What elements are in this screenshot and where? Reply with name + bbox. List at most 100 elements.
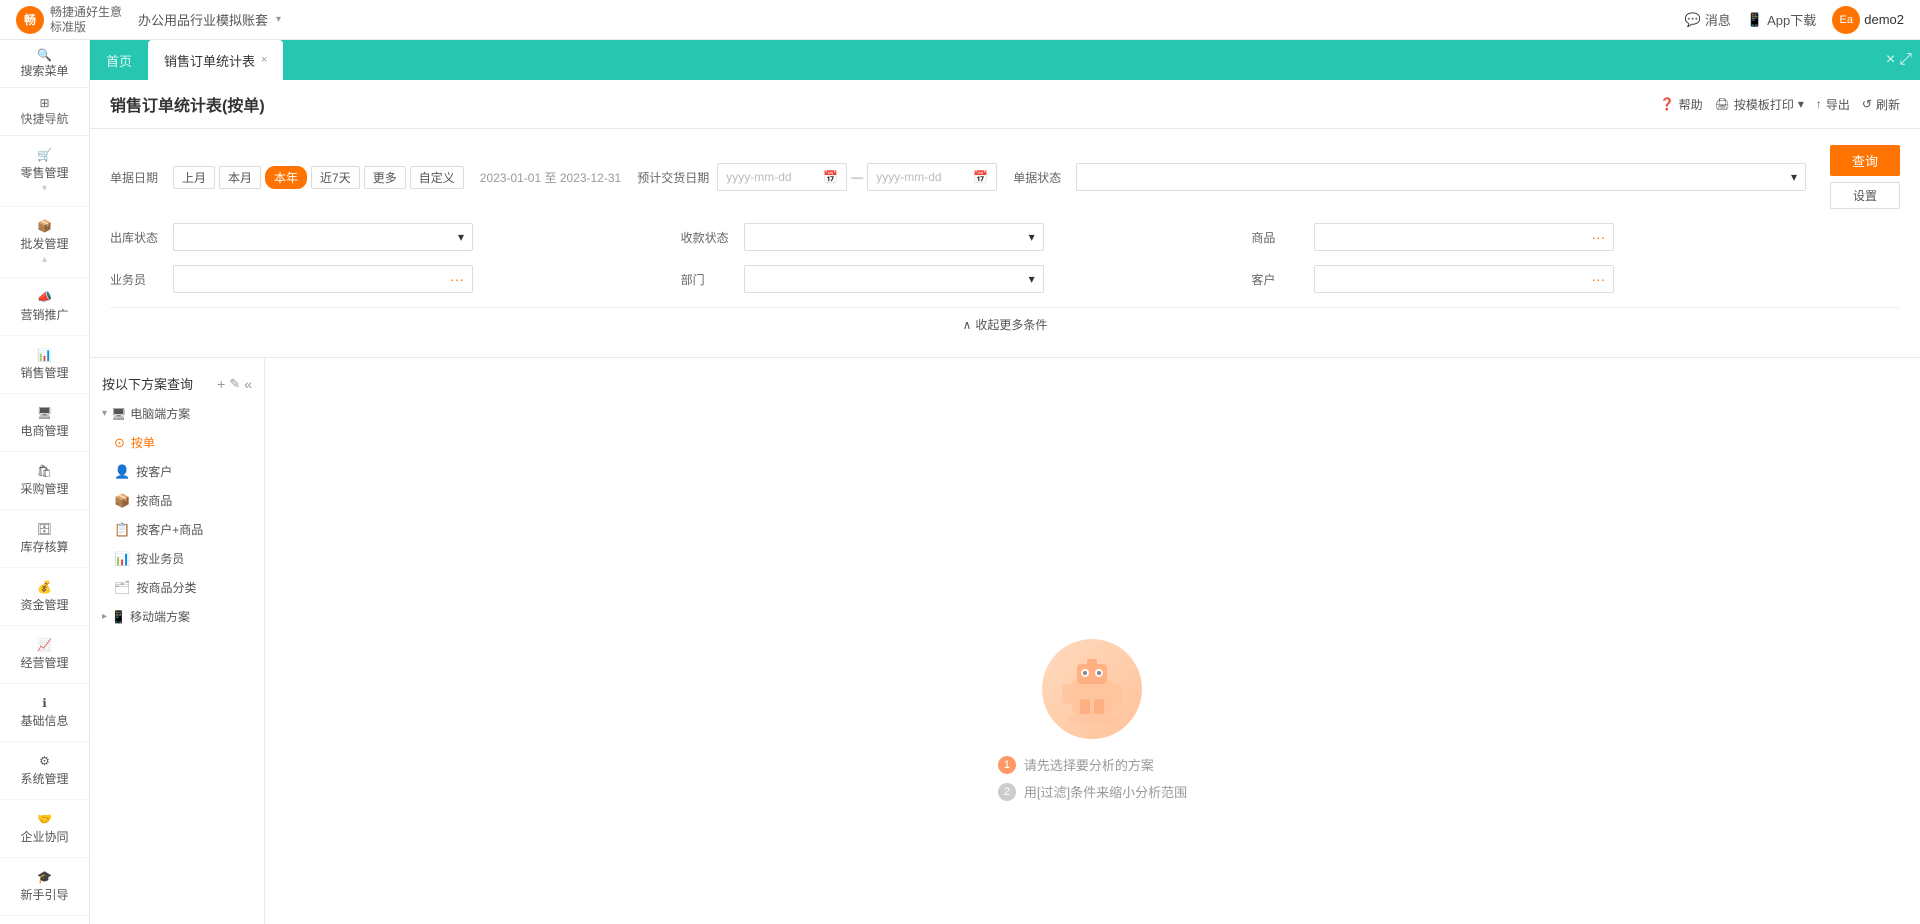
sidebar-quick-nav[interactable]: ⊞ 快捷导航 <box>0 88 89 136</box>
print-button[interactable]: 🖨 按模板打印 ▾ <box>1715 96 1804 113</box>
sidebar-search[interactable]: 🔍 搜索菜单 <box>0 40 89 88</box>
search-icon: 🔍 <box>37 48 52 62</box>
refresh-button[interactable]: ↺ 刷新 <box>1862 96 1900 113</box>
scheme-item-by-goods[interactable]: 📦 按商品 <box>90 486 264 515</box>
date-btn-last-month[interactable]: 上月 <box>173 166 215 189</box>
date-btn-this-year[interactable]: 本年 <box>265 166 307 189</box>
expected-date-start[interactable]: yyyy-mm-dd 📅 <box>717 163 847 191</box>
scheme-item-by-customer[interactable]: 👤 按客户 <box>90 457 264 486</box>
customer-select[interactable]: ··· <box>1314 265 1614 293</box>
filter-col-date: 单据日期 上月 本月 本年 近7天 更多 自定义 2023-01-01 至 20… <box>110 166 621 189</box>
user-name: demo2 <box>1864 12 1904 27</box>
export-button[interactable]: ↑ 导出 <box>1816 96 1850 113</box>
expected-date-end[interactable]: yyyy-mm-dd 📅 <box>867 163 997 191</box>
department-select[interactable]: ▾ <box>744 265 1044 293</box>
refresh-icon: ↺ <box>1862 97 1872 111</box>
sidebar-item-system[interactable]: ⚙ 系统管理 <box>0 742 89 800</box>
date-btn-this-month[interactable]: 本月 <box>219 166 261 189</box>
tab-sales-order-stats[interactable]: 销售订单统计表 × <box>148 40 283 80</box>
collapse-icon: ∧ <box>963 318 972 332</box>
window-maximize-button[interactable]: ⤢ <box>1899 51 1912 69</box>
tab-home[interactable]: 首页 <box>90 40 148 80</box>
filter-col-doc-status: 单据状态 ▾ <box>1013 163 1806 191</box>
scheme-group-pc[interactable]: ▾ 🖥 电脑端方案 <box>90 399 264 428</box>
scheme-item-by-order[interactable]: ⊙ 按单 <box>90 428 264 457</box>
wholesale-icon: 📦 <box>37 219 52 233</box>
scheme-edit-button[interactable]: ✎ <box>229 376 240 392</box>
enterprise-icon: 🤝 <box>37 812 52 826</box>
by-salesperson-icon: 📊 <box>114 551 130 567</box>
date-btn-more[interactable]: 更多 <box>364 166 406 189</box>
date-range-display: 2023-01-01 至 2023-12-31 <box>480 169 621 186</box>
empty-hint-1: 1 请先选择要分析的方案 <box>998 755 1187 774</box>
empty-hints: 1 请先选择要分析的方案 2 用[过滤]条件来缩小分析范围 <box>998 755 1187 801</box>
sidebar-item-enterprise[interactable]: 🤝 企业协同 <box>0 800 89 858</box>
wholesale-arrow-icon: ▴ <box>42 254 47 265</box>
sidebar-item-newbie[interactable]: 🎓 新手引导 <box>0 858 89 916</box>
out-status-select[interactable]: ▾ <box>173 223 473 251</box>
query-action-area: 查询 设置 <box>1830 145 1900 209</box>
goods-select[interactable]: ··· <box>1314 223 1614 251</box>
out-status-dropdown-icon: ▾ <box>458 230 464 244</box>
scheme-item-by-salesperson[interactable]: 📊 按业务员 <box>90 544 264 573</box>
user-area[interactable]: Ea demo2 <box>1832 6 1904 34</box>
by-goods-category-icon: 🗂 <box>114 580 131 596</box>
empty-svg <box>1052 649 1132 729</box>
scheme-group-pc-arrow: ▾ <box>102 408 107 419</box>
receipt-status-select[interactable]: ▾ <box>744 223 1044 251</box>
main-content: 销售订单统计表(按单) ❓ 帮助 🖨 按模板打印 ▾ ↑ 导出 ↺ 刷新 <box>90 80 1920 924</box>
sidebar-item-retail[interactable]: 🛒 零售管理 ▾ <box>0 136 89 207</box>
date-btn-last7days[interactable]: 近7天 <box>311 166 360 189</box>
window-close-button[interactable]: × <box>1886 51 1895 69</box>
empty-illustration: 1 请先选择要分析的方案 2 用[过滤]条件来缩小分析范围 <box>998 639 1187 801</box>
settings-button[interactable]: 设置 <box>1830 182 1900 209</box>
hint-2-number: 2 <box>998 783 1016 801</box>
help-button[interactable]: ❓ 帮助 <box>1660 96 1703 113</box>
logo-area: 畅 畅捷通好生意 标准版 <box>16 5 122 34</box>
sidebar-item-sales[interactable]: 📊 销售管理 <box>0 336 89 394</box>
date-btn-custom[interactable]: 自定义 <box>410 166 464 189</box>
app-download-button[interactable]: 📱 App下载 <box>1747 10 1816 29</box>
scheme-item-by-customer-goods[interactable]: 📋 按客户+商品 <box>90 515 264 544</box>
scheme-add-button[interactable]: + <box>217 376 225 392</box>
content-area: 按以下方案查询 + ✎ « ▾ 🖥 电脑端方案 ⊙ 按单 👤 按客户 <box>90 358 1920 924</box>
breadcrumb-dropdown-icon[interactable]: ▾ <box>276 14 281 25</box>
sidebar-item-purchase[interactable]: 🛍 采购管理 <box>0 452 89 510</box>
receipt-status-dropdown-icon: ▾ <box>1029 230 1035 244</box>
sidebar-item-operations[interactable]: 📈 经营管理 <box>0 626 89 684</box>
query-button[interactable]: 查询 <box>1830 145 1900 176</box>
page-header: 销售订单统计表(按单) ❓ 帮助 🖨 按模板打印 ▾ ↑ 导出 ↺ 刷新 <box>90 80 1920 129</box>
operations-icon: 📈 <box>37 638 52 652</box>
collapse-filter-button[interactable]: ∧ 收起更多条件 <box>110 307 1900 341</box>
salesperson-select[interactable]: ··· <box>173 265 473 293</box>
ecommerce-icon: 🖥 <box>37 406 52 420</box>
sidebar-item-marketing[interactable]: 📣 营销推广 <box>0 278 89 336</box>
filter-col-salesperson: 业务员 ··· <box>110 265 665 293</box>
sidebar-item-ecommerce[interactable]: 🖥 电商管理 <box>0 394 89 452</box>
sidebar-item-appcenter[interactable]: 📲 应用中心 <box>0 916 89 924</box>
page-title: 销售订单统计表(按单) <box>110 92 265 128</box>
tab-close-icon[interactable]: × <box>261 54 267 66</box>
logo-icon: 畅 <box>16 6 44 34</box>
retail-arrow-icon: ▾ <box>42 183 47 194</box>
by-customer-goods-icon: 📋 <box>114 522 130 538</box>
scheme-group-mobile[interactable]: ▸ 📱 移动端方案 <box>90 602 264 631</box>
salesperson-label: 业务员 <box>110 271 165 288</box>
print-icon: 🖨 <box>1715 97 1730 111</box>
export-icon: ↑ <box>1816 97 1822 111</box>
scheme-item-by-goods-category[interactable]: 🗂 按商品分类 <box>90 573 264 602</box>
scheme-collapse-button[interactable]: « <box>244 376 252 392</box>
top-bar: 畅 畅捷通好生意 标准版 办公用品行业模拟账套 ▾ 💬 消息 📱 App下载 E… <box>0 0 1920 40</box>
basic-icon: ℹ <box>42 696 47 710</box>
sidebar-item-inventory[interactable]: 🗄 库存核算 <box>0 510 89 568</box>
sidebar-item-wholesale[interactable]: 📦 批发管理 ▴ <box>0 207 89 278</box>
finance-icon: 💰 <box>37 580 52 594</box>
doc-status-select[interactable]: ▾ <box>1076 163 1806 191</box>
sidebar-item-basic[interactable]: ℹ 基础信息 <box>0 684 89 742</box>
filter-row-2: 出库状态 ▾ 收款状态 ▾ 商品 ··· <box>110 223 1900 251</box>
message-button[interactable]: 💬 消息 <box>1685 10 1731 29</box>
sidebar-item-finance[interactable]: 💰 资金管理 <box>0 568 89 626</box>
user-avatar: Ea <box>1832 6 1860 34</box>
customer-more-icon: ··· <box>1591 271 1605 287</box>
doc-status-dropdown-icon: ▾ <box>1791 170 1797 184</box>
